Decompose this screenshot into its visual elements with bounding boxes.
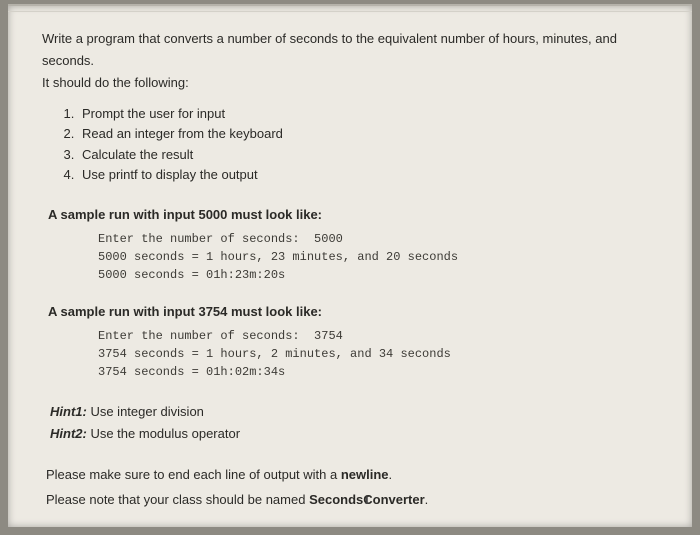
step-item: Use printf to display the output [78, 165, 666, 185]
step-item: Read an integer from the keyboard [78, 124, 666, 144]
sample2-code: Enter the number of seconds: 3754 3754 s… [98, 327, 666, 381]
intro-line-1: Write a program that converts a number o… [42, 28, 666, 72]
sample2-title: A sample run with input 3754 must look l… [48, 304, 666, 319]
sample1-title: A sample run with input 5000 must look l… [48, 207, 666, 222]
hint2-label: Hint2: [50, 426, 87, 441]
note1-bold: newline [341, 467, 389, 482]
note1-post: . [389, 467, 393, 482]
sample1-code: Enter the number of seconds: 5000 5000 s… [98, 230, 666, 284]
intro-line-2: It should do the following: [42, 72, 666, 94]
note-classname: Please note that your class should be na… [46, 488, 666, 513]
step-item: Calculate the result [78, 145, 666, 165]
hint2-text: Use the modulus operator [87, 426, 240, 441]
notes-block: Please make sure to end each line of out… [42, 463, 666, 512]
intro-block: Write a program that converts a number o… [42, 28, 666, 94]
hint1-label: Hint1: [50, 404, 87, 419]
steps-list: Prompt the user for input Read an intege… [78, 104, 666, 185]
note-newline: Please make sure to end each line of out… [46, 463, 666, 488]
step-item: Prompt the user for input [78, 104, 666, 124]
hint-1: Hint1: Use integer division [50, 401, 666, 423]
hint-2: Hint2: Use the modulus operator [50, 423, 666, 445]
hint1-text: Use integer division [87, 404, 204, 419]
note2-post: . [425, 492, 429, 507]
note2-pre: Please note that your class should be na… [46, 492, 309, 507]
note2-bold: SecondsConverter [309, 488, 425, 513]
hints-block: Hint1: Use integer division Hint2: Use t… [50, 401, 666, 445]
note1-pre: Please make sure to end each line of out… [46, 467, 341, 482]
document-page: Write a program that converts a number o… [8, 4, 692, 527]
